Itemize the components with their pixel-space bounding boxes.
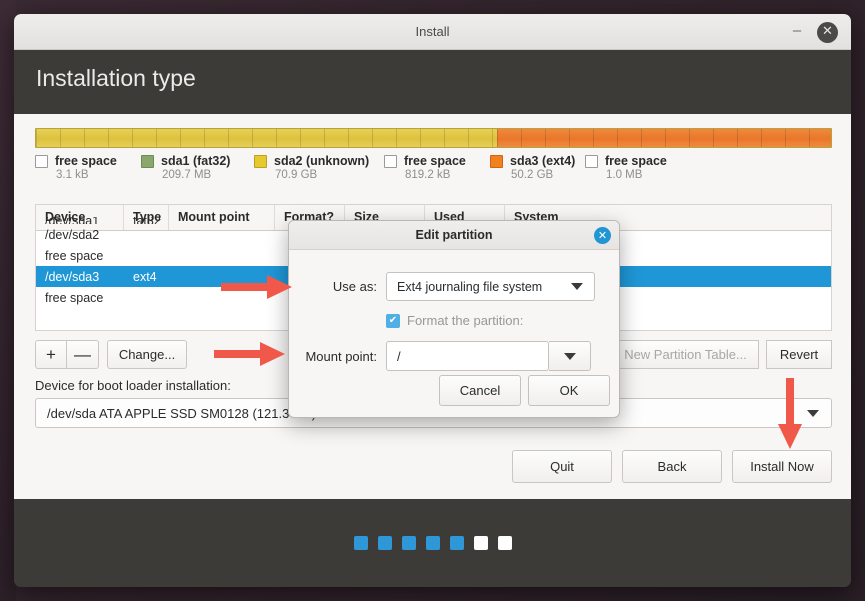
format-label: Format the partition: [407, 313, 524, 328]
legend-swatch-icon [141, 154, 154, 168]
legend-item-size: 50.2 GB [511, 169, 554, 181]
partition-toolbar: + — Change... [35, 340, 187, 369]
progress-dot [497, 536, 512, 550]
use-as-value: Ext4 journaling file system [397, 279, 543, 294]
annotation-arrow-use-as [221, 275, 292, 299]
progress-dot [377, 536, 392, 550]
mount-point-label: Mount point: [305, 348, 377, 364]
window-titlebar: Install – ✕ [14, 14, 851, 50]
format-row: ✔ Format the partition: [289, 313, 619, 328]
back-button[interactable]: Back [622, 450, 722, 483]
change-partition-button[interactable]: Change... [107, 340, 187, 369]
bootloader-device-value: /dev/sda ATA APPLE SSD SM0128 (121.3 GB) [47, 405, 317, 421]
annotation-arrow-mount-point [214, 342, 285, 366]
dialog-close-icon[interactable]: ✕ [594, 227, 611, 244]
table-cell-device: /dev/sda3 [45, 269, 100, 284]
edit-partition-dialog: Edit partition ✕ Use as: Ext4 journaling… [288, 220, 620, 418]
remove-partition-button[interactable]: — [67, 340, 99, 369]
legend-item-size: 819.2 kB [405, 169, 451, 181]
mount-point-dropdown-button[interactable] [549, 341, 591, 371]
legend-swatch-icon [35, 154, 48, 168]
installer-window: Install – ✕ Installation type free space… [14, 14, 851, 587]
legend-item-name: free space [605, 154, 667, 168]
install-now-button[interactable]: Install Now [732, 450, 832, 483]
partition-legend: free space 3.1 kB sda1 (fat32) 209.7 MB sda2… [35, 154, 832, 184]
legend-swatch-icon [384, 154, 397, 168]
minimize-button[interactable]: – [790, 23, 804, 39]
legend-item-name: free space [55, 154, 117, 168]
legend-item: sda3 (ext4) 50.2 GB [490, 154, 575, 181]
chevron-down-icon [571, 283, 583, 290]
legend-item: sda2 (unknown) 70.9 GB [254, 154, 369, 181]
mount-point-input[interactable]: / [386, 341, 549, 371]
legend-swatch-icon [490, 154, 503, 168]
close-icon[interactable]: ✕ [817, 22, 838, 43]
progress-dot [425, 536, 440, 550]
page-header: Installation type [14, 50, 851, 114]
revert-button[interactable]: Revert [766, 340, 832, 369]
page-title: Installation type [36, 65, 196, 91]
legend-item: free space 1.0 MB [585, 154, 667, 181]
table-cell-type: fat32 [133, 217, 161, 224]
use-as-select[interactable]: Ext4 journaling file system [386, 272, 595, 301]
partition-segment-sda2 [36, 129, 498, 147]
desktop-background: Install – ✕ Installation type free space… [0, 0, 865, 601]
dialog-buttons: Cancel OK [439, 375, 610, 406]
chevron-down-icon [563, 352, 576, 360]
dialog-ok-button[interactable]: OK [528, 375, 610, 406]
legend-item-size: 3.1 kB [56, 169, 89, 181]
progress-dot [449, 536, 464, 550]
partition-table-tools: New Partition Table... Revert [612, 340, 832, 369]
legend-item-name: free space [404, 154, 466, 168]
legend-item-size: 209.7 MB [162, 169, 212, 181]
table-cell-device: free space [45, 290, 104, 305]
format-checkbox[interactable]: ✔ [386, 313, 400, 328]
progress-dot [473, 536, 488, 550]
quit-button[interactable]: Quit [512, 450, 612, 483]
legend-item-name: sda2 (unknown) [274, 154, 370, 168]
window-title: Install [415, 24, 450, 39]
partition-segment-sda3 [497, 129, 831, 147]
use-as-row: Use as: Ext4 journaling file system [289, 272, 619, 301]
wizard-footer [14, 499, 851, 587]
dialog-title: Edit partition [415, 228, 493, 242]
legend-swatch-icon [585, 154, 598, 168]
use-as-label: Use as: [332, 279, 377, 294]
legend-item-size: 1.0 MB [606, 169, 643, 181]
table-cell-device: /dev/sda2 [45, 227, 100, 242]
legend-item-name: sda1 (fat32) [161, 154, 231, 168]
new-partition-table-button[interactable]: New Partition Table... [612, 340, 759, 369]
annotation-arrow-install-now [778, 378, 802, 449]
table-cell-device: free space [45, 248, 104, 263]
legend-item: free space 819.2 kB [384, 154, 466, 181]
chevron-down-icon [807, 409, 819, 417]
mount-point-row: Mount point: / [289, 341, 619, 371]
add-partition-button[interactable]: + [35, 340, 67, 369]
legend-item-name: sda3 (ext4) [510, 154, 576, 168]
dialog-cancel-button[interactable]: Cancel [439, 375, 521, 406]
progress-dot [401, 536, 416, 550]
table-cell-type: ext4 [133, 269, 157, 284]
progress-dot [353, 536, 368, 550]
legend-swatch-icon [254, 154, 267, 168]
table-cell-device: /dev/sda1 [45, 217, 100, 224]
wizard-actions: Quit Back Install Now [512, 450, 832, 483]
legend-item-size: 70.9 GB [275, 169, 318, 181]
legend-item: free space 3.1 kB [35, 154, 117, 181]
progress-dots [14, 536, 851, 550]
legend-item: sda1 (fat32) 209.7 MB [141, 154, 230, 181]
partition-usage-bar [35, 128, 832, 148]
bootloader-label: Device for boot loader installation: [35, 378, 231, 393]
dialog-titlebar: Edit partition ✕ [289, 221, 619, 250]
